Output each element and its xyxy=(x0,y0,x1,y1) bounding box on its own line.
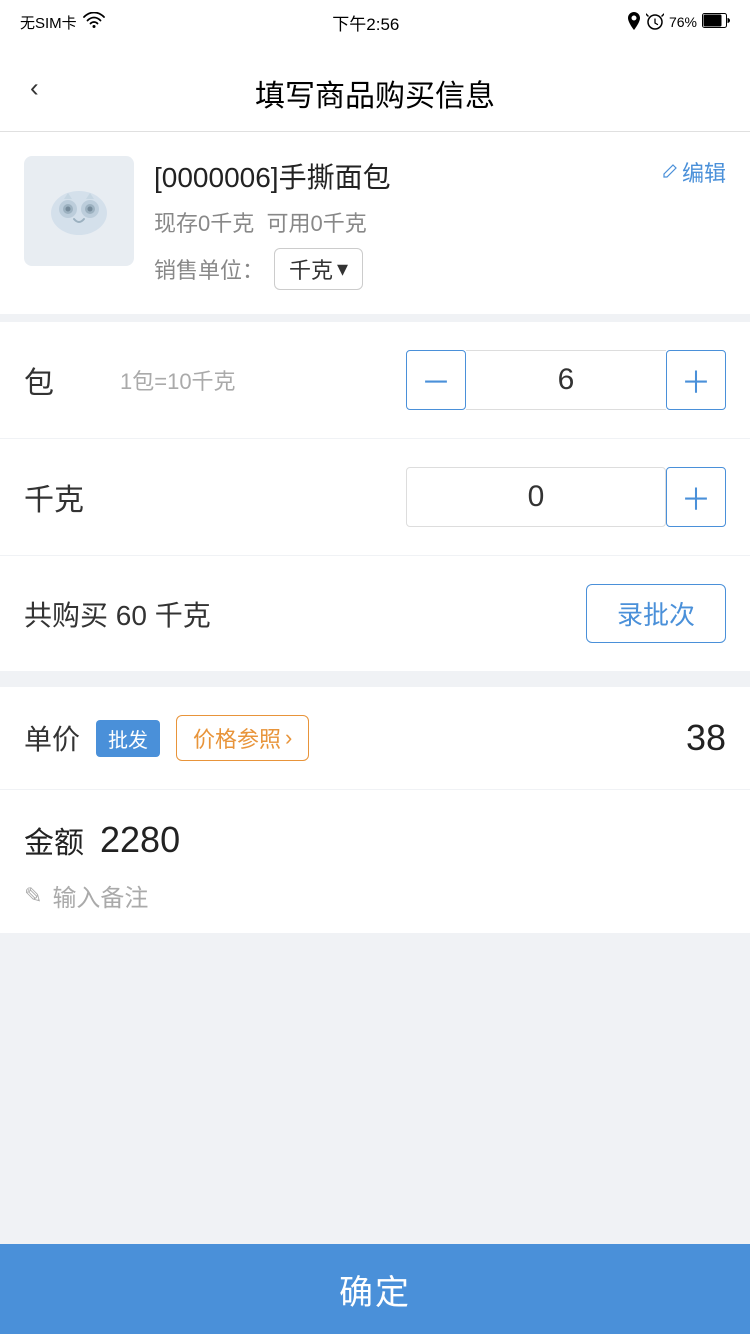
status-bar: 无SIM卡 下午2:56 76% xyxy=(0,0,750,44)
package-plus-button[interactable]: ＋ xyxy=(666,350,726,410)
nav-bar: ‹ 填写商品购买信息 xyxy=(0,44,750,132)
edit-icon xyxy=(662,159,678,185)
package-minus-button[interactable]: － xyxy=(406,350,466,410)
package-quantity-control: － ＋ xyxy=(406,350,726,410)
battery-percent: 76% xyxy=(669,14,697,30)
package-row: 包 1包=10千克 － ＋ xyxy=(0,322,750,439)
amount-row: 金额 2280 xyxy=(24,818,726,862)
product-image xyxy=(24,156,134,266)
back-button[interactable]: ‹ xyxy=(20,62,49,113)
package-label: 包 xyxy=(24,358,104,402)
unit-selector[interactable]: 千克 ▾ xyxy=(274,248,363,290)
amount-label: 金额 xyxy=(24,818,84,862)
status-time: 下午2:56 xyxy=(332,10,399,35)
product-section: [0000006]手撕面包 现存0千克 可用0千克 销售单位： 千克 ▾ 编辑 xyxy=(0,132,750,322)
carrier-label: 无SIM卡 xyxy=(20,12,77,33)
product-info: [0000006]手撕面包 现存0千克 可用0千克 销售单位： 千克 ▾ xyxy=(154,156,726,290)
page-title: 填写商品购买信息 xyxy=(255,71,495,115)
kilogram-plus-button[interactable]: ＋ xyxy=(666,467,726,527)
empty-space xyxy=(0,933,750,1253)
confirm-button[interactable]: 确定 xyxy=(0,1244,750,1334)
amount-value: 2280 xyxy=(100,819,180,861)
package-quantity-input[interactable] xyxy=(466,350,666,410)
separator-1 xyxy=(0,679,750,687)
total-text: 共购买 60 千克 xyxy=(24,594,211,634)
note-icon: ✎ xyxy=(24,883,42,909)
price-ref-arrow-icon: › xyxy=(285,725,292,751)
price-value: 38 xyxy=(686,717,726,759)
amount-section: 金额 2280 ✎ 输入备注 xyxy=(0,790,750,933)
price-ref-button[interactable]: 价格参照 › xyxy=(176,715,309,761)
dropdown-arrow-icon: ▾ xyxy=(337,256,348,282)
note-row[interactable]: ✎ 输入备注 xyxy=(24,878,726,913)
status-left: 无SIM卡 xyxy=(20,12,105,33)
edit-button[interactable]: 编辑 xyxy=(662,156,726,188)
note-label: 输入备注 xyxy=(52,878,148,913)
alarm-icon xyxy=(646,12,664,33)
price-ref-label: 价格参照 xyxy=(193,722,281,754)
kilogram-label: 千克 xyxy=(24,475,104,519)
package-section: 包 1包=10千克 － ＋ 千克 ＋ xyxy=(0,322,750,556)
unit-label: 销售单位： xyxy=(154,253,264,285)
kilogram-quantity-input[interactable] xyxy=(406,467,666,527)
kilogram-row: 千克 ＋ xyxy=(0,439,750,556)
battery-icon xyxy=(702,13,730,31)
price-batch-tag: 批发 xyxy=(96,720,160,757)
product-stock: 现存0千克 可用0千克 xyxy=(154,206,726,238)
location-icon xyxy=(627,12,641,33)
package-hint: 1包=10千克 xyxy=(120,364,390,396)
status-right: 76% xyxy=(627,12,730,33)
price-label: 单价 xyxy=(24,718,80,758)
batch-button[interactable]: 录批次 xyxy=(586,584,726,643)
wifi-icon xyxy=(83,12,105,32)
price-section: 单价 批发 价格参照 › 38 xyxy=(0,687,750,790)
product-unit-row: 销售单位： 千克 ▾ xyxy=(154,248,726,290)
product-name: [0000006]手撕面包 xyxy=(154,156,726,196)
total-row: 共购买 60 千克 录批次 xyxy=(0,556,750,679)
